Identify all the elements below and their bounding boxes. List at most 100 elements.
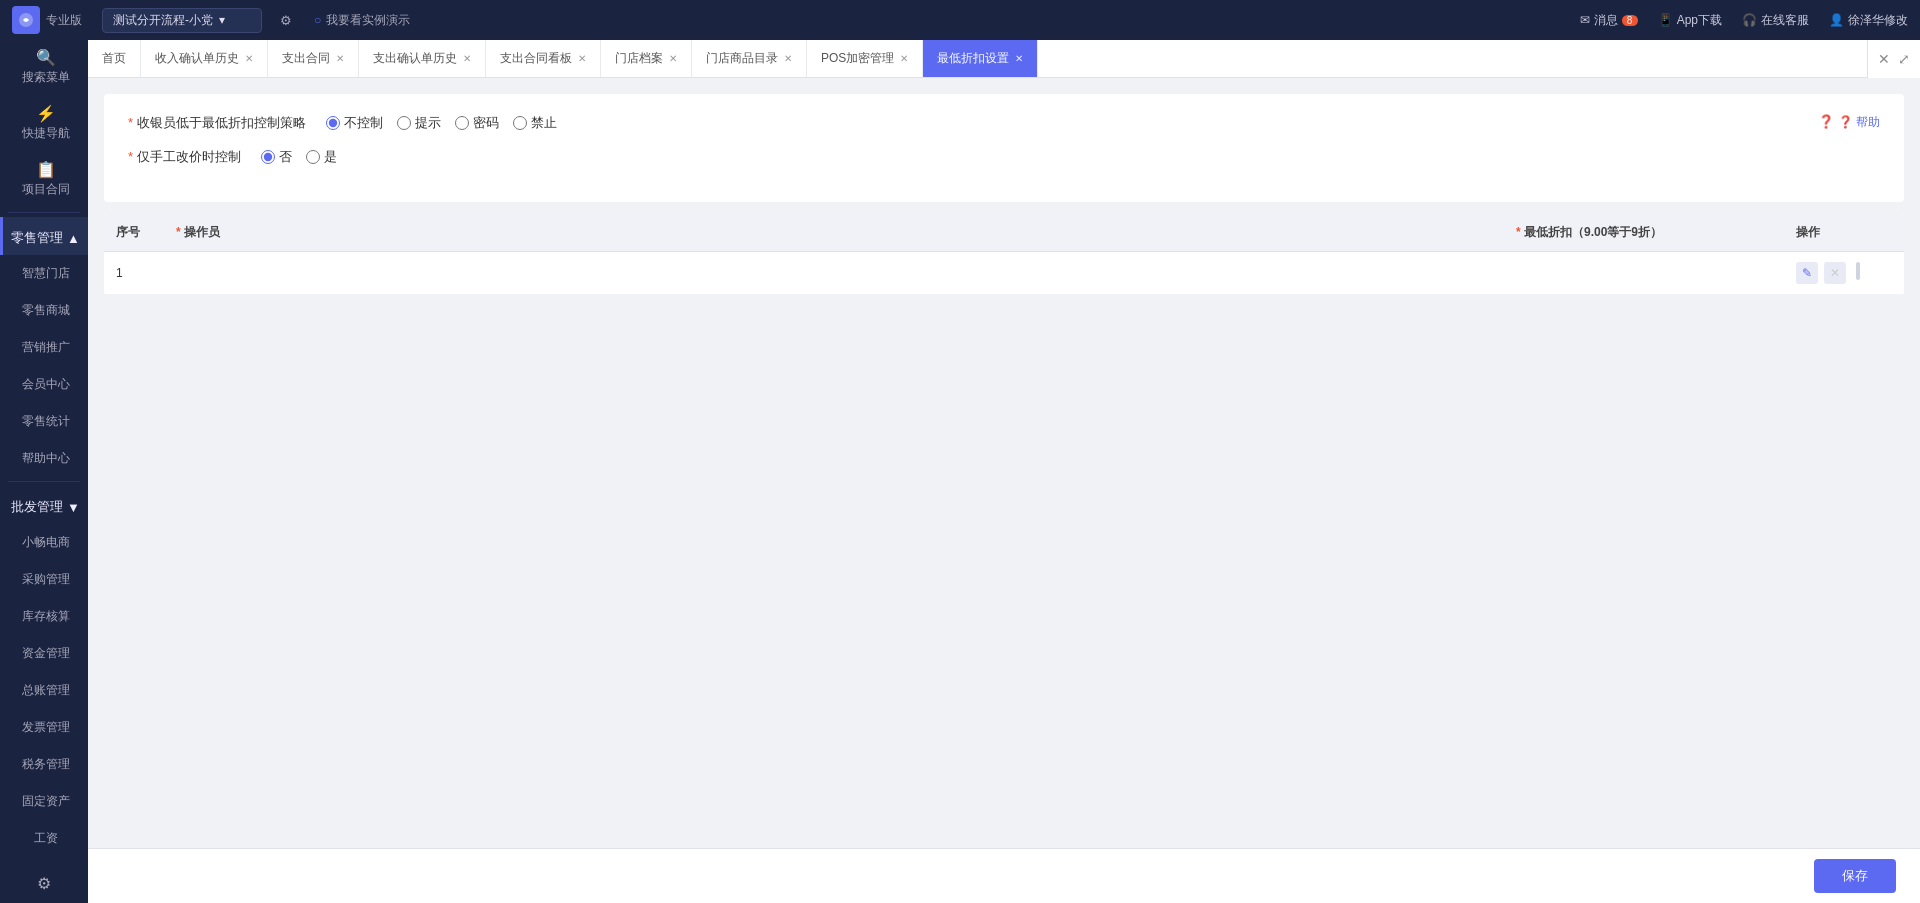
tab-home-label: 首页: [102, 50, 126, 67]
customer-service-label: 在线客服: [1761, 12, 1809, 29]
sidebar-item-ecommerce[interactable]: 小畅电商: [0, 524, 88, 561]
tab-payment-confirm[interactable]: 支出确认单历史 ✕: [359, 40, 486, 77]
cell-discount: [1504, 252, 1784, 295]
tab-payment-confirm-close[interactable]: ✕: [463, 53, 471, 64]
tab-store-file-close[interactable]: ✕: [669, 53, 677, 64]
tabs-wrapper: 首页 收入确认单历史 ✕ 支出合同 ✕ 支出确认单历史 ✕ 支出合同看板 ✕: [88, 40, 1920, 78]
field2-label: 仅手工改价时控制: [128, 148, 241, 166]
content-area: 首页 收入确认单历史 ✕ 支出合同 ✕ 支出确认单历史 ✕ 支出合同看板 ✕: [88, 40, 1920, 903]
sidebar-item-marketing[interactable]: 营销推广: [0, 329, 88, 366]
edit-button[interactable]: ✎: [1796, 262, 1818, 284]
radio-yes[interactable]: 是: [306, 148, 337, 166]
tab-expand-icon[interactable]: ⤢: [1898, 51, 1910, 67]
tab-home[interactable]: 首页: [88, 40, 141, 77]
radio-forbid-label: 禁止: [531, 114, 557, 132]
main-layout: 🔍 搜索菜单 ⚡ 快捷导航 📋 项目合同 零售管理 ▲ 智慧门店 零售商城 营销…: [0, 40, 1920, 903]
sidebar-item-salary[interactable]: 工资: [0, 820, 88, 857]
tab-store-file[interactable]: 门店档案 ✕: [601, 40, 692, 77]
radio-remind-label: 提示: [415, 114, 441, 132]
user-menu-button[interactable]: 👤 徐泽华修改: [1829, 12, 1908, 29]
cell-actions: ✎ ✕: [1784, 252, 1904, 295]
sidebar-label-mall: 零售商城: [22, 302, 70, 319]
form-header: ❓ ❓ 帮助 收银员低于最低折扣控制策略 不控制: [128, 114, 1880, 166]
sidebar-item-help[interactable]: 帮助中心: [0, 440, 88, 477]
tab-income-close[interactable]: ✕: [245, 53, 253, 64]
demo-link[interactable]: ○ 我要看实例演示: [314, 12, 410, 29]
sidebar-divider-1: [8, 212, 80, 213]
action-btns: ✎ ✕: [1796, 262, 1892, 284]
radio-no-input[interactable]: [261, 150, 275, 164]
logo: 专业版: [12, 6, 92, 34]
chevron-down-icon: ▼: [67, 500, 80, 515]
sidebar-item-search[interactable]: 🔍 搜索菜单: [0, 40, 88, 96]
radio-forbid-input[interactable]: [513, 116, 527, 130]
tab-payment[interactable]: 支出合同 ✕: [268, 40, 359, 77]
tab-income[interactable]: 收入确认单历史 ✕: [141, 40, 268, 77]
demo-circle-icon: ○: [314, 13, 321, 27]
sidebar-item-ledger[interactable]: 总账管理: [0, 672, 88, 709]
sidebar-label-tax: 税务管理: [22, 756, 70, 773]
form-row-1: 收银员低于最低折扣控制策略 不控制 提示: [128, 114, 1880, 132]
sidebar-item-contract[interactable]: 📋 项目合同: [0, 152, 88, 208]
tab-store-file-label: 门店档案: [615, 50, 663, 67]
sidebar-label-marketing: 营销推广: [22, 339, 70, 356]
tab-pos-pwd[interactable]: POS加密管理 ✕: [807, 40, 923, 77]
project-selector[interactable]: 测试分开流程-小党 ▾: [102, 8, 262, 33]
save-button[interactable]: 保存: [1814, 859, 1896, 893]
sidebar-item-stats[interactable]: 零售统计: [0, 403, 88, 440]
topbar-settings-button[interactable]: ⚙: [272, 6, 300, 34]
radio-no-control[interactable]: 不控制: [326, 114, 383, 132]
sidebar-item-inventory[interactable]: 库存核算: [0, 598, 88, 635]
radio-forbid[interactable]: 禁止: [513, 114, 557, 132]
settings-icon: ⚙: [37, 875, 51, 892]
sidebar-item-smartshop[interactable]: 智慧门店: [0, 255, 88, 292]
field1-label: 收银员低于最低折扣控制策略: [128, 114, 306, 132]
sidebar-label-smartshop: 智慧门店: [22, 265, 70, 282]
sidebar: 🔍 搜索菜单 ⚡ 快捷导航 📋 项目合同 零售管理 ▲ 智慧门店 零售商城 营销…: [0, 40, 88, 903]
radio-password[interactable]: 密码: [455, 114, 499, 132]
tab-payment-close[interactable]: ✕: [336, 53, 344, 64]
topbar: 专业版 测试分开流程-小党 ▾ ⚙ ○ 我要看实例演示 ✉ 消息 8 📱 App…: [0, 0, 1920, 40]
app-download-button[interactable]: 📱 App下载: [1658, 12, 1722, 29]
discount-table: 序号 * 操作员 * 最低折扣（9.00等于9折） 操作 1: [104, 214, 1904, 295]
tab-min-discount-close[interactable]: ✕: [1015, 53, 1023, 64]
radio-yes-label: 是: [324, 148, 337, 166]
sidebar-label-assets: 固定资产: [22, 793, 70, 810]
tab-store-catalog-close[interactable]: ✕: [784, 53, 792, 64]
sidebar-label-wholesale: 批发管理: [11, 498, 63, 516]
radio-no-control-input[interactable]: [326, 116, 340, 130]
tab-payment-board-close[interactable]: ✕: [578, 53, 586, 64]
radio-remind[interactable]: 提示: [397, 114, 441, 132]
sidebar-divider-2: [8, 481, 80, 482]
sidebar-item-nav[interactable]: ⚡ 快捷导航: [0, 96, 88, 152]
radio-password-label: 密码: [473, 114, 499, 132]
tab-close-all-icon[interactable]: ✕: [1878, 51, 1890, 67]
cell-seq: 1: [104, 252, 164, 295]
gear-icon: ⚙: [280, 13, 292, 28]
sidebar-item-member[interactable]: 会员中心: [0, 366, 88, 403]
sidebar-item-assets[interactable]: 固定资产: [0, 783, 88, 820]
radio-password-input[interactable]: [455, 116, 469, 130]
tab-store-catalog[interactable]: 门店商品目录 ✕: [692, 40, 807, 77]
sidebar-item-tax[interactable]: 税务管理: [0, 746, 88, 783]
table-header-row: 序号 * 操作员 * 最低折扣（9.00等于9折） 操作: [104, 214, 1904, 252]
sidebar-item-purchase[interactable]: 采购管理: [0, 561, 88, 598]
message-button[interactable]: ✉ 消息 8: [1580, 12, 1638, 29]
sidebar-item-wholesale[interactable]: 批发管理 ▼: [0, 486, 88, 524]
radio-no[interactable]: 否: [261, 148, 292, 166]
radio-yes-input[interactable]: [306, 150, 320, 164]
sidebar-item-finance[interactable]: 资金管理: [0, 635, 88, 672]
sidebar-bottom-settings[interactable]: ⚙: [0, 864, 88, 903]
tab-payment-board[interactable]: 支出合同看板 ✕: [486, 40, 601, 77]
col-header-seq: 序号: [104, 214, 164, 252]
sidebar-item-invoice[interactable]: 发票管理: [0, 709, 88, 746]
sidebar-item-retail[interactable]: 零售管理 ▲: [0, 217, 88, 255]
delete-button[interactable]: ✕: [1824, 262, 1846, 284]
tab-pos-pwd-close[interactable]: ✕: [900, 53, 908, 64]
customer-service-button[interactable]: 🎧 在线客服: [1742, 12, 1809, 29]
cell-operator: [164, 252, 1504, 295]
drag-handle[interactable]: [1856, 262, 1860, 280]
radio-remind-input[interactable]: [397, 116, 411, 130]
sidebar-item-mall[interactable]: 零售商城: [0, 292, 88, 329]
tab-min-discount[interactable]: 最低折扣设置 ✕: [923, 40, 1038, 77]
